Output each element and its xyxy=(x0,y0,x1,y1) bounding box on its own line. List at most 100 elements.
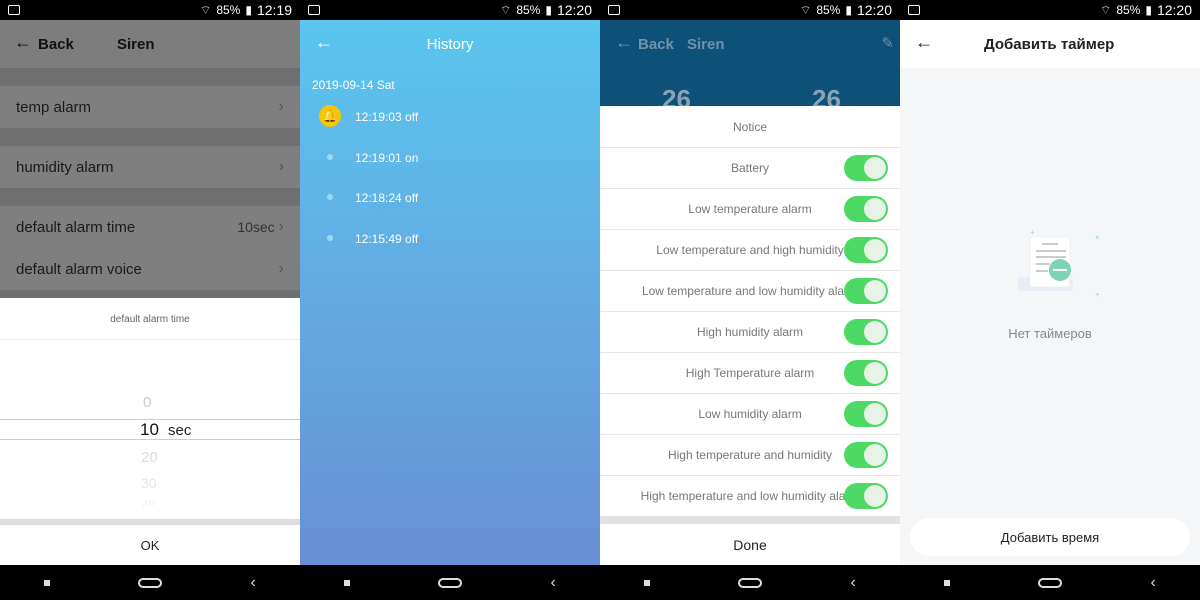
notice-toggle[interactable] xyxy=(844,360,888,386)
back-nav-button[interactable]: ‹ xyxy=(251,574,256,592)
row-label: default alarm time xyxy=(16,218,136,236)
picker-option[interactable]: 20 xyxy=(141,449,158,466)
notice-label: High temperature and low humidity alarm xyxy=(640,489,860,503)
notice-row: Low temperature and high humidity xyxy=(600,229,900,270)
empty-document-illustration: + + × xyxy=(1018,228,1100,299)
empty-state-text: Нет таймеров xyxy=(1008,326,1092,341)
back-button[interactable]: Back xyxy=(38,36,74,53)
nav-bar: ‹ xyxy=(900,565,1200,600)
battery-icon: ▮ xyxy=(545,3,552,17)
notice-toggle[interactable] xyxy=(844,196,888,222)
back-nav-button[interactable]: ‹ xyxy=(851,574,856,592)
row-default-alarm-voice[interactable]: default alarm voice › xyxy=(0,248,300,290)
home-button[interactable] xyxy=(738,577,763,588)
picker-option[interactable]: 0 xyxy=(143,394,151,411)
header: ← Добавить таймер xyxy=(900,20,1200,68)
recents-button[interactable] xyxy=(44,579,51,586)
add-time-button[interactable]: Добавить время xyxy=(910,518,1190,556)
picker-option[interactable]: 40 xyxy=(142,498,155,506)
notice-row: Low temperature and low humidity alarm xyxy=(600,270,900,311)
notice-toggle[interactable] xyxy=(844,237,888,263)
page-title: Siren xyxy=(687,36,725,53)
picker-option-selected[interactable]: 10 xyxy=(140,420,159,440)
notice-row: High humidity alarm xyxy=(600,311,900,352)
history-item: 12:15:49 off xyxy=(300,228,600,248)
notice-row: High Temperature alarm xyxy=(600,352,900,393)
nav-bar: ‹ xyxy=(0,565,300,600)
dot-icon xyxy=(327,194,333,200)
done-button[interactable]: Done xyxy=(600,525,900,565)
home-button[interactable] xyxy=(1038,577,1063,588)
back-arrow-icon[interactable]: ← xyxy=(14,32,32,53)
dot-icon xyxy=(327,154,333,160)
picker-unit: sec xyxy=(168,422,192,439)
notice-label: High humidity alarm xyxy=(696,325,804,339)
notice-toggle[interactable] xyxy=(844,155,888,181)
notice-row: Battery xyxy=(600,147,900,188)
history-entry: 12:18:24 off xyxy=(355,191,419,205)
svg-text:+: + xyxy=(1095,290,1100,299)
battery-icon: ▮ xyxy=(245,3,252,17)
notice-toggle[interactable] xyxy=(844,483,888,509)
history-date: 2019-09-14 Sat xyxy=(312,78,395,92)
wifi-icon: ⌔ xyxy=(800,2,812,17)
time-picker-sheet: default alarm time 0 10 sec 20 30 40 OK xyxy=(0,298,300,565)
page-title: Siren xyxy=(117,36,155,53)
row-humidity-alarm[interactable]: humidity alarm › xyxy=(0,146,300,188)
recents-button[interactable] xyxy=(644,579,651,586)
notice-label: High Temperature alarm xyxy=(685,366,815,380)
picker-option[interactable]: 30 xyxy=(141,475,157,491)
notice-toggle[interactable] xyxy=(844,319,888,345)
battery-level: 85% xyxy=(216,3,241,17)
notice-label: High temperature and humidity xyxy=(667,448,833,462)
header: ← Back Siren ✎ 26 26 xyxy=(600,20,900,106)
notice-row: Low humidity alarm xyxy=(600,393,900,434)
sheet-title: Notice xyxy=(732,119,767,134)
chevron-right-icon: › xyxy=(278,218,284,235)
status-bar: ⌔ 85% ▮ 12:20 xyxy=(600,0,900,20)
page-title: History xyxy=(426,36,474,53)
humidity-value: 26 xyxy=(812,84,841,106)
wifi-icon: ⌔ xyxy=(1100,2,1112,17)
history-item: 12:19:01 on xyxy=(300,147,600,167)
back-nav-button[interactable]: ‹ xyxy=(1151,574,1156,592)
chevron-right-icon: › xyxy=(278,260,284,277)
row-label: default alarm voice xyxy=(16,260,142,278)
edit-icon[interactable]: ✎ xyxy=(881,34,894,52)
back-nav-button[interactable]: ‹ xyxy=(551,574,556,592)
notice-toggle[interactable] xyxy=(844,278,888,304)
notice-row: High temperature and humidity xyxy=(600,434,900,475)
clock: 12:20 xyxy=(1156,2,1192,18)
home-button[interactable] xyxy=(438,577,463,588)
history-entry: 12:19:01 on xyxy=(355,151,419,165)
notice-label: Low temperature and low humidity alarm xyxy=(641,284,859,298)
history-item: 🔔 12:19:03 off xyxy=(300,105,600,127)
battery-level: 85% xyxy=(516,3,541,17)
recents-button[interactable] xyxy=(344,579,351,586)
temperature-value: 26 xyxy=(662,84,691,106)
gallery-icon xyxy=(908,5,920,15)
siren-settings-screen: ⌔ 85% ▮ 12:19 ← Back Siren temp alarm › humi… xyxy=(0,0,300,600)
notice-toggle[interactable] xyxy=(844,442,888,468)
clock: 12:20 xyxy=(556,2,592,18)
clock: 12:19 xyxy=(256,2,292,18)
row-label: humidity alarm xyxy=(16,158,114,176)
wifi-icon: ⌔ xyxy=(500,2,512,17)
row-default-alarm-time[interactable]: default alarm time 10sec › xyxy=(0,206,300,248)
nav-bar: ‹ xyxy=(300,565,600,600)
ok-button[interactable]: OK xyxy=(0,525,300,565)
notice-row: High temperature and low humidity alarm xyxy=(600,475,900,516)
back-arrow-icon[interactable]: ← xyxy=(915,32,933,53)
page-title: Добавить таймер xyxy=(984,36,1115,53)
chevron-right-icon: › xyxy=(278,158,284,175)
home-button[interactable] xyxy=(138,577,163,588)
notice-toggle[interactable] xyxy=(844,401,888,427)
recents-button[interactable] xyxy=(944,579,951,586)
back-button[interactable]: Back xyxy=(638,36,674,53)
svg-text:×: × xyxy=(1095,233,1100,242)
back-arrow-icon[interactable]: ← xyxy=(615,32,633,53)
row-temp-alarm[interactable]: temp alarm › xyxy=(0,86,300,128)
row-label: temp alarm xyxy=(16,98,92,116)
wifi-icon: ⌔ xyxy=(200,2,212,17)
gallery-icon xyxy=(308,5,320,15)
